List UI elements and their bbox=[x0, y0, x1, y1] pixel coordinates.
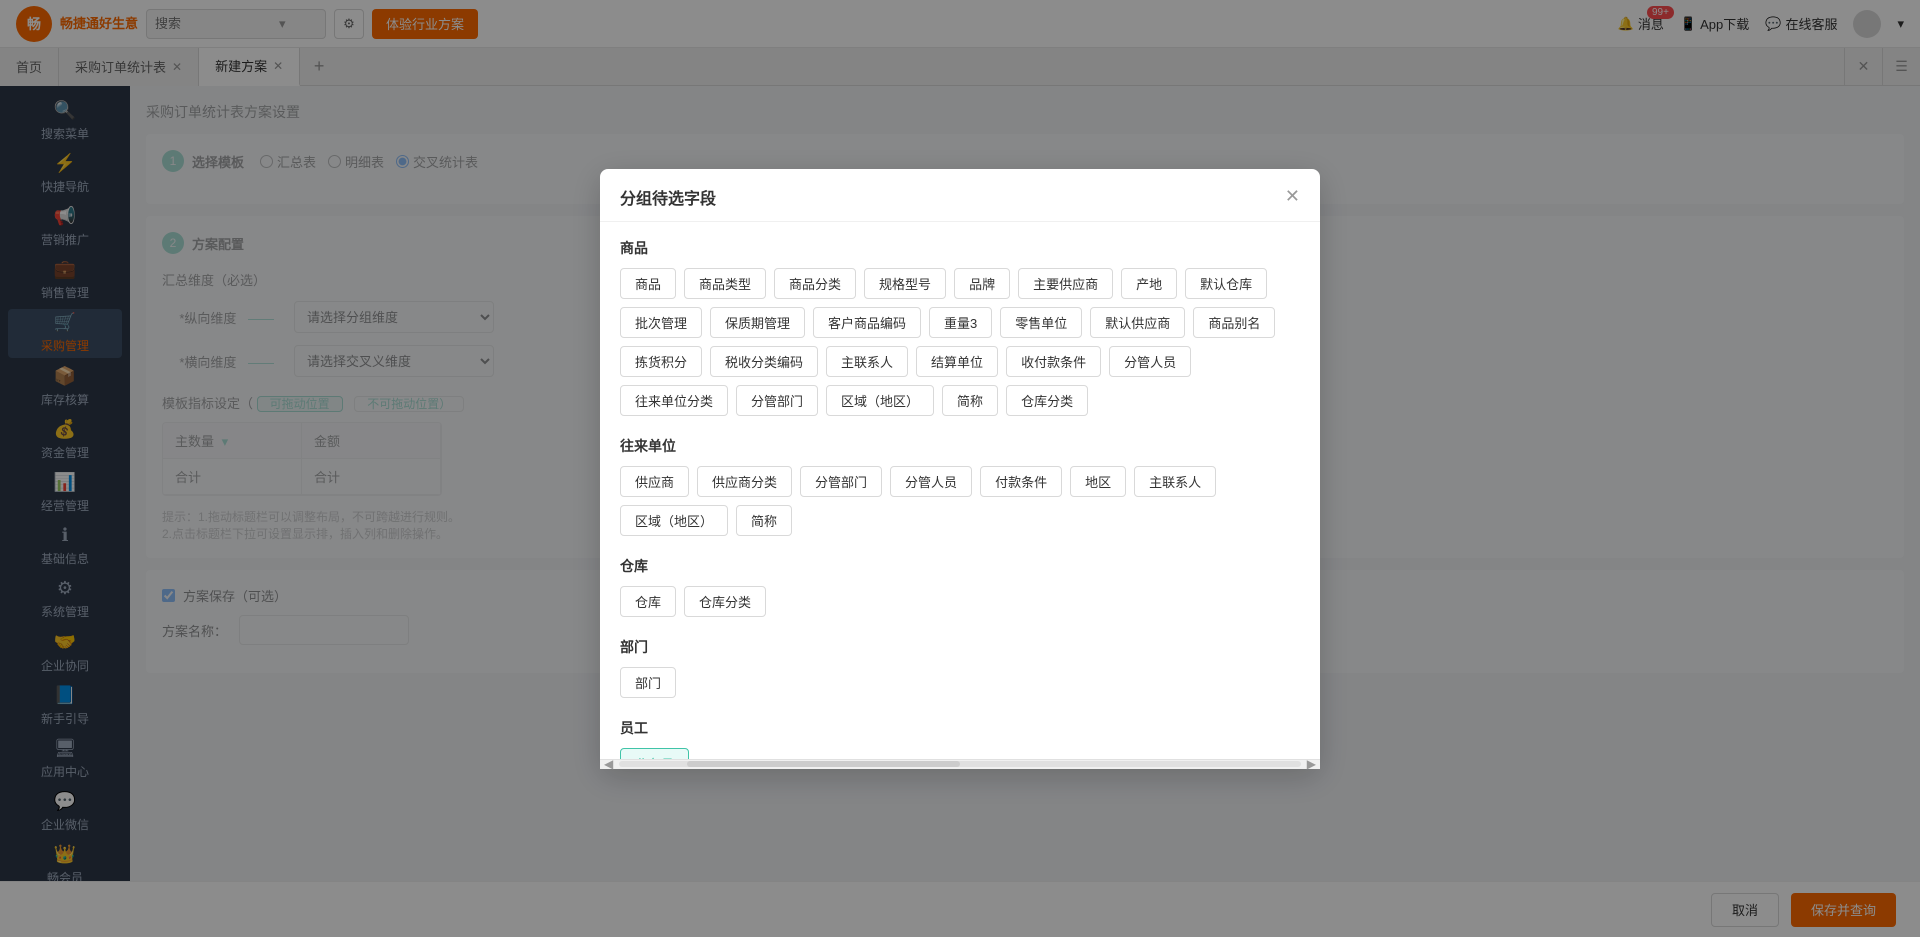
field-tag[interactable]: 规格型号 bbox=[864, 268, 946, 299]
field-tag[interactable]: 仓库 bbox=[620, 586, 676, 617]
field-tag[interactable]: 简称 bbox=[942, 385, 998, 416]
field-tag[interactable]: 主联系人 bbox=[1134, 466, 1216, 497]
field-group-warehouse: 仓库 仓库 仓库分类 bbox=[620, 556, 1300, 617]
group-title-goods: 商品 bbox=[620, 238, 1300, 258]
dialog-hscroll[interactable]: ◀ ▶ bbox=[600, 759, 1320, 769]
employee-field-tags: 业务员 bbox=[620, 748, 1300, 759]
field-tag[interactable]: 付款条件 bbox=[980, 466, 1062, 497]
field-tag[interactable]: 仓库分类 bbox=[1006, 385, 1088, 416]
field-tag[interactable]: 重量3 bbox=[929, 307, 992, 338]
field-tag[interactable]: 商品 bbox=[620, 268, 676, 299]
field-select-dialog: 分组待选字段 ✕ 商品 商品 商品类型 商品分类 规格型号 品牌 主要供应商 产… bbox=[600, 169, 1320, 769]
field-tag[interactable]: 仓库分类 bbox=[684, 586, 766, 617]
field-tag[interactable]: 商品别名 bbox=[1193, 307, 1275, 338]
dialog-close-button[interactable]: ✕ bbox=[1285, 186, 1300, 207]
dialog-overlay: 分组待选字段 ✕ 商品 商品 商品类型 商品分类 规格型号 品牌 主要供应商 产… bbox=[0, 0, 1920, 937]
dialog-title: 分组待选字段 bbox=[620, 185, 716, 209]
scroll-left-arrow[interactable]: ◀ bbox=[604, 757, 613, 771]
field-tag[interactable]: 部门 bbox=[620, 667, 676, 698]
group-title-dept: 部门 bbox=[620, 637, 1300, 657]
field-tag[interactable]: 主要供应商 bbox=[1018, 268, 1113, 299]
field-tag[interactable]: 默认仓库 bbox=[1185, 268, 1267, 299]
field-group-partner: 往来单位 供应商 供应商分类 分管部门 分管人员 付款条件 地区 主联系人 区域… bbox=[620, 436, 1300, 536]
field-tag[interactable]: 分管部门 bbox=[736, 385, 818, 416]
field-tag[interactable]: 默认供应商 bbox=[1090, 307, 1185, 338]
field-tag[interactable]: 客户商品编码 bbox=[813, 307, 921, 338]
group-title-partner: 往来单位 bbox=[620, 436, 1300, 456]
warehouse-field-tags: 仓库 仓库分类 bbox=[620, 586, 1300, 617]
hscroll-track bbox=[619, 761, 1301, 767]
field-tag-employee[interactable]: 业务员 bbox=[620, 748, 689, 759]
dialog-header: 分组待选字段 ✕ bbox=[600, 169, 1320, 222]
field-tag[interactable]: 结算单位 bbox=[916, 346, 998, 377]
field-tag[interactable]: 零售单位 bbox=[1000, 307, 1082, 338]
group-title-warehouse: 仓库 bbox=[620, 556, 1300, 576]
field-tag[interactable]: 主联系人 bbox=[826, 346, 908, 377]
field-tag[interactable]: 收付款条件 bbox=[1006, 346, 1101, 377]
goods-field-tags: 商品 商品类型 商品分类 规格型号 品牌 主要供应商 产地 默认仓库 批次管理 … bbox=[620, 268, 1300, 416]
field-tag[interactable]: 供应商分类 bbox=[697, 466, 792, 497]
field-tag[interactable]: 商品类型 bbox=[684, 268, 766, 299]
field-tag[interactable]: 税收分类编码 bbox=[710, 346, 818, 377]
field-tag[interactable]: 往来单位分类 bbox=[620, 385, 728, 416]
field-tag[interactable]: 批次管理 bbox=[620, 307, 702, 338]
field-tag[interactable]: 分管人员 bbox=[1109, 346, 1191, 377]
field-tag[interactable]: 品牌 bbox=[954, 268, 1010, 299]
field-tag[interactable]: 分管部门 bbox=[800, 466, 882, 497]
field-tag[interactable]: 商品分类 bbox=[774, 268, 856, 299]
field-tag[interactable]: 区域（地区） bbox=[620, 505, 728, 536]
field-tag[interactable]: 产地 bbox=[1121, 268, 1177, 299]
field-group-dept: 部门 部门 bbox=[620, 637, 1300, 698]
field-tag[interactable]: 供应商 bbox=[620, 466, 689, 497]
hscroll-thumb[interactable] bbox=[687, 761, 960, 767]
field-tag[interactable]: 保质期管理 bbox=[710, 307, 805, 338]
field-tag[interactable]: 区域（地区） bbox=[826, 385, 934, 416]
field-group-goods: 商品 商品 商品类型 商品分类 规格型号 品牌 主要供应商 产地 默认仓库 批次… bbox=[620, 238, 1300, 416]
field-tag[interactable]: 分管人员 bbox=[890, 466, 972, 497]
scroll-right-arrow[interactable]: ▶ bbox=[1307, 757, 1316, 771]
dept-field-tags: 部门 bbox=[620, 667, 1300, 698]
field-tag[interactable]: 简称 bbox=[736, 505, 792, 536]
group-title-employee: 员工 bbox=[620, 718, 1300, 738]
partner-field-tags: 供应商 供应商分类 分管部门 分管人员 付款条件 地区 主联系人 区域（地区） … bbox=[620, 466, 1300, 536]
field-tag[interactable]: 拣货积分 bbox=[620, 346, 702, 377]
field-tag[interactable]: 地区 bbox=[1070, 466, 1126, 497]
field-group-employee: 员工 业务员 bbox=[620, 718, 1300, 759]
dialog-body[interactable]: 商品 商品 商品类型 商品分类 规格型号 品牌 主要供应商 产地 默认仓库 批次… bbox=[600, 222, 1320, 759]
